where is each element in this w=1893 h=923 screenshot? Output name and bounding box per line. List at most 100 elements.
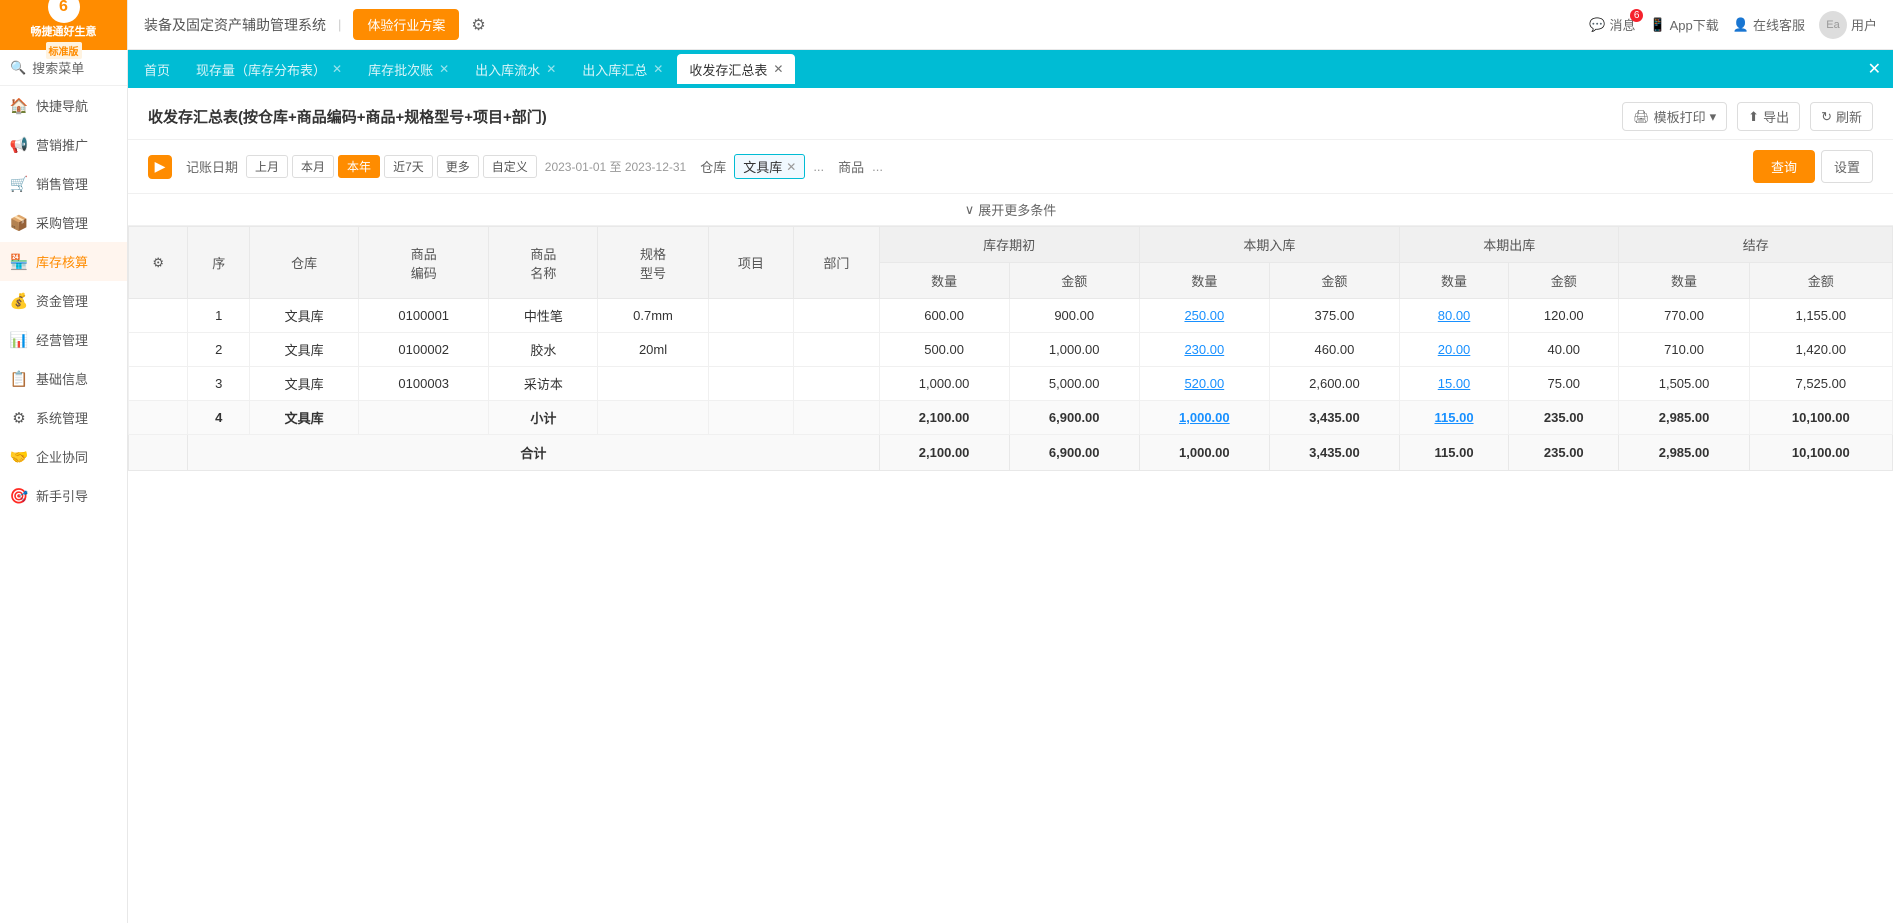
user-label: 用户 [1851,15,1877,34]
inventory-icon: 🏪 [10,253,28,271]
cell-open-qty: 1,000.00 [879,367,1009,401]
sidebar-item-label: 新手引导 [36,486,88,505]
date-this-year[interactable]: 本年 [338,155,380,178]
cell-spec [598,401,708,435]
col-code-header: 商品编码 [359,227,489,299]
tab-collect-close[interactable]: ✕ [773,62,783,76]
date-this-month[interactable]: 本月 [292,155,334,178]
cell-in-qty[interactable]: 1,000.00 [1139,401,1269,435]
sidebar-item-quick-nav[interactable]: 🏠 快捷导航 [0,86,127,125]
cell-bal-amt: 7,525.00 [1749,367,1892,401]
sidebar-item-inventory[interactable]: 🏪 库存核算 [0,242,127,281]
warehouse-tag-close[interactable]: ✕ [786,160,796,174]
cell-settings [129,333,188,367]
sidebar-item-guide[interactable]: 🎯 新手引导 [0,476,127,515]
query-button[interactable]: 查询 [1753,150,1815,183]
cell-bal-amt: 10,100.00 [1749,401,1892,435]
cell-project [708,367,793,401]
cell-out-qty[interactable]: 15.00 [1399,367,1508,401]
cell-in-qty[interactable]: 230.00 [1139,333,1269,367]
expand-bar[interactable]: ∨ 展开更多条件 [128,194,1893,226]
user-area[interactable]: Ea 用户 [1819,11,1877,39]
template-dropdown-icon: ▾ [1710,109,1717,125]
tab-stock-dist-close[interactable]: ✕ [332,62,342,76]
cell-project [708,401,793,435]
table-row-subtotal: 4 文具库 小计 2,100.00 6,900.00 1,000.00 3,43… [129,401,1893,435]
refresh-icon: ↻ [1821,109,1832,125]
tab-collect[interactable]: 收发存汇总表 ✕ [677,54,795,84]
marketing-icon: 📢 [10,136,28,154]
online-service-button[interactable]: 👤 在线客服 [1733,15,1805,34]
table-settings-icon[interactable]: ⚙ [152,255,164,270]
purchase-icon: 📦 [10,214,28,232]
cell-bal-qty: 1,505.00 [1619,367,1749,401]
cell-in-qty[interactable]: 520.00 [1139,367,1269,401]
tab-flow-label: 出入库流水 [475,60,540,79]
cell-dept [794,333,879,367]
cell-out-qty[interactable]: 20.00 [1399,333,1508,367]
sidebar-item-system[interactable]: ⚙ 系统管理 [0,398,127,437]
footer-settings [129,435,188,471]
sidebar-item-finance[interactable]: 💰 资金管理 [0,281,127,320]
tab-home[interactable]: 首页 [132,54,182,84]
page-content: 收发存汇总表(按仓库+商品编码+商品+规格型号+项目+部门) 🖨 模板打印 ▾ … [128,88,1893,923]
date-7days[interactable]: 近7天 [384,155,433,178]
warehouse-tag[interactable]: 文具库 ✕ [734,154,805,179]
cell-no: 4 [188,401,250,435]
header-icons: 💬 消息 6 📱 App下载 👤 在线客服 Ea 用户 [1589,11,1877,39]
search-icon: 🔍 [10,60,26,76]
cell-no: 1 [188,299,250,333]
cell-out-amt: 40.00 [1509,333,1619,367]
cell-in-amt: 460.00 [1269,333,1399,367]
cell-in-qty[interactable]: 250.00 [1139,299,1269,333]
tab-batch-close[interactable]: ✕ [439,62,449,76]
cooperation-icon: 🤝 [10,448,28,466]
refresh-button[interactable]: ↻ 刷新 [1810,102,1873,131]
table-row: 3 文具库 0100003 采访本 1,000.00 5,000.00 520.… [129,367,1893,401]
export-button[interactable]: ⬆ 导出 [1737,102,1800,131]
date-last-month[interactable]: 上月 [246,155,288,178]
col-settings-header[interactable]: ⚙ [129,227,188,299]
sidebar-item-business[interactable]: 📊 经营管理 [0,320,127,359]
messages-button[interactable]: 💬 消息 6 [1589,15,1635,34]
col-dept-header: 部门 [794,227,879,299]
col-project-header: 项目 [708,227,793,299]
app-download-button[interactable]: 📱 App下载 [1649,15,1718,34]
sidebar-item-base-info[interactable]: 📋 基础信息 [0,359,127,398]
setting-button[interactable]: 设置 [1821,150,1873,183]
footer-out-amt: 235.00 [1509,435,1619,471]
cell-open-qty: 2,100.00 [879,401,1009,435]
tab-batch[interactable]: 库存批次账 ✕ [356,54,461,84]
tab-bar-close[interactable]: ✕ [1860,55,1889,83]
tab-summary-close[interactable]: ✕ [653,62,663,76]
warehouse-more[interactable]: ... [813,159,824,174]
settings-gear-icon[interactable]: ⚙ [471,15,485,35]
cell-out-amt: 235.00 [1509,401,1619,435]
tab-flow[interactable]: 出入库流水 ✕ [463,54,568,84]
tab-flow-close[interactable]: ✕ [546,62,556,76]
cell-goods: 小计 [489,401,598,435]
sidebar-search[interactable]: 🔍 搜索菜单 [0,50,127,86]
experience-button[interactable]: 体验行业方案 [353,9,459,40]
col-open-qty: 数量 [879,263,1009,299]
goods-more[interactable]: ... [872,159,883,174]
home-icon: 🏠 [10,97,28,115]
messages-badge: 6 [1630,9,1644,22]
tab-summary[interactable]: 出入库汇总 ✕ [570,54,675,84]
col-bal-qty: 数量 [1619,263,1749,299]
cell-out-qty[interactable]: 115.00 [1399,401,1508,435]
template-print-button[interactable]: 🖨 模板打印 ▾ [1622,102,1727,131]
sidebar-item-cooperation[interactable]: 🤝 企业协同 [0,437,127,476]
header-divider: | [338,17,341,32]
filter-toggle[interactable]: ▶ [148,155,172,179]
footer-bal-qty: 2,985.00 [1619,435,1749,471]
date-custom[interactable]: 自定义 [483,155,537,178]
date-more[interactable]: 更多 [437,155,479,178]
sidebar-item-label: 系统管理 [36,408,88,427]
sidebar-item-label: 采购管理 [36,213,88,232]
sidebar-item-sales[interactable]: 🛒 销售管理 [0,164,127,203]
sidebar-item-marketing[interactable]: 📢 营销推广 [0,125,127,164]
tab-stock-dist[interactable]: 现存量（库存分布表） ✕ [184,54,354,84]
cell-out-qty[interactable]: 80.00 [1399,299,1508,333]
sidebar-item-purchase[interactable]: 📦 采购管理 [0,203,127,242]
